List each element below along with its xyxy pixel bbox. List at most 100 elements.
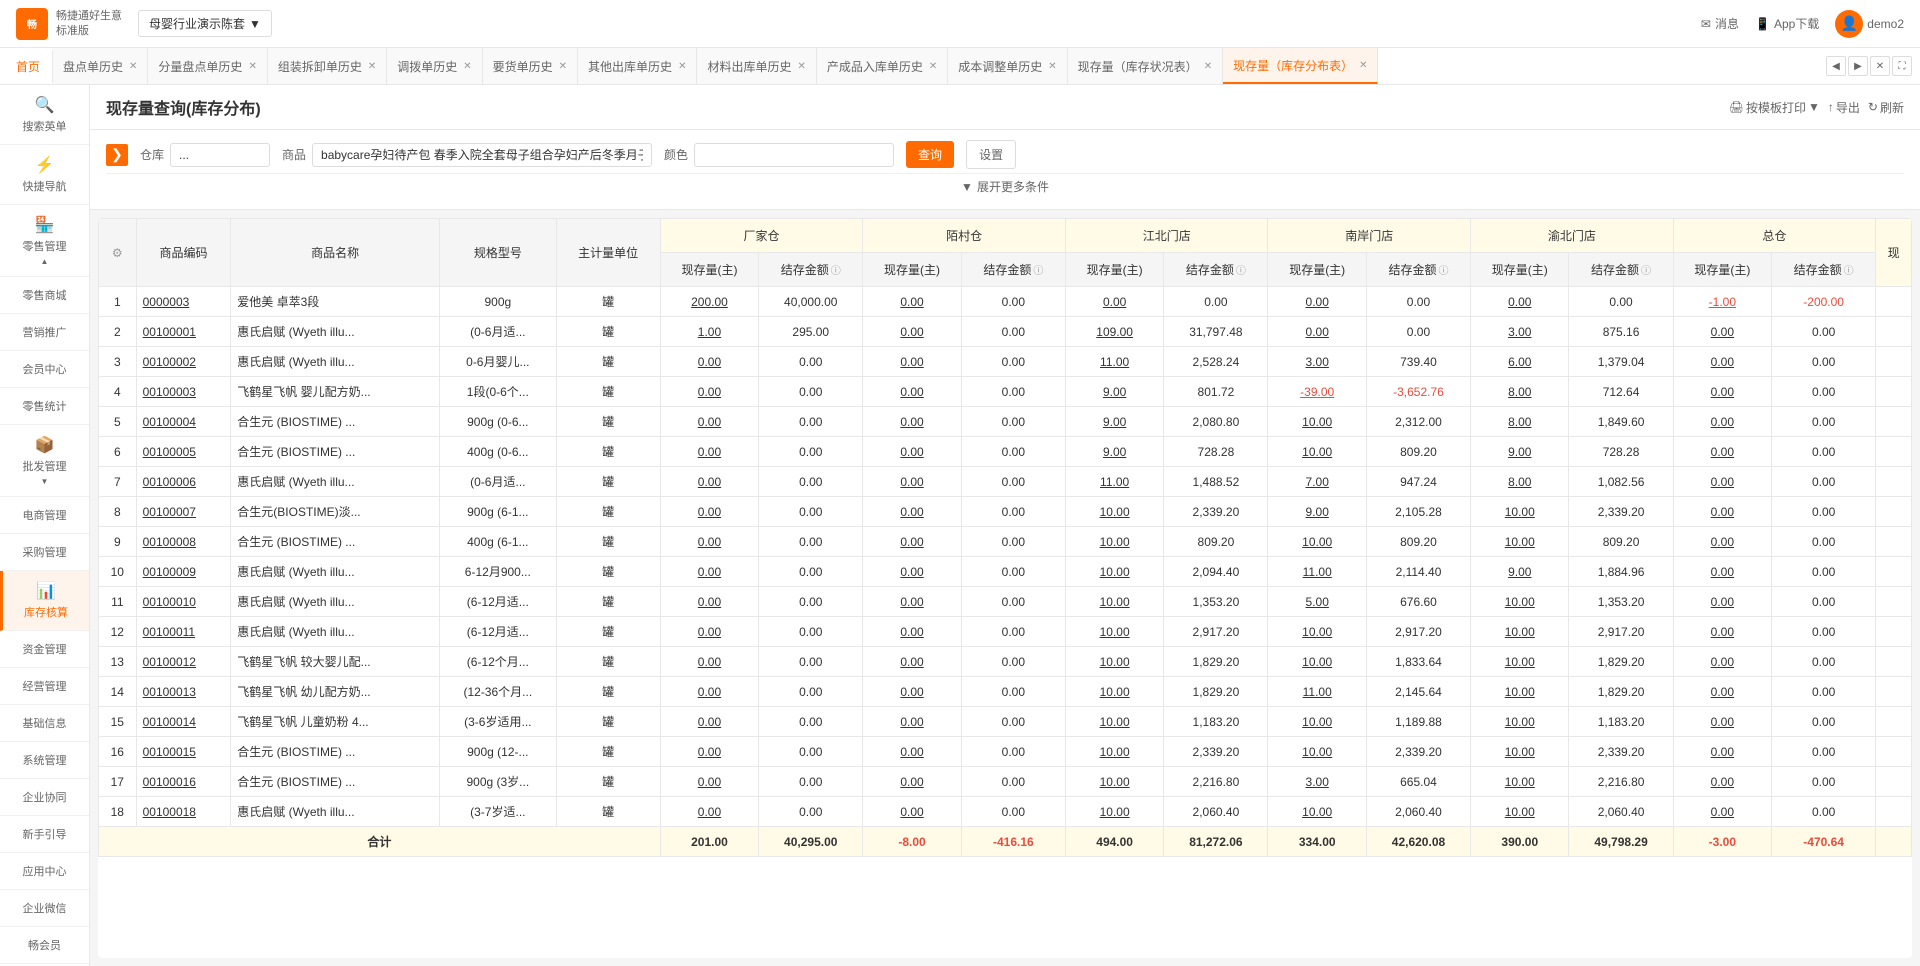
- tab-close-stocktake[interactable]: ✕: [129, 61, 137, 72]
- cell-zc-qty[interactable]: 0.00: [1673, 557, 1771, 587]
- sidebar-item-wholesale[interactable]: 📦 批发管理 ▼: [0, 425, 89, 497]
- cell-code[interactable]: 00100015: [136, 737, 231, 767]
- na-amt-info[interactable]: ⓘ: [1438, 266, 1448, 277]
- cell-yb-qty[interactable]: 3.00: [1471, 317, 1569, 347]
- cell-jb-qty[interactable]: 10.00: [1065, 737, 1163, 767]
- cell-cf-qty[interactable]: 0.00: [660, 797, 758, 827]
- cell-code[interactable]: 00100014: [136, 707, 231, 737]
- cell-zc-qty[interactable]: 0.00: [1673, 497, 1771, 527]
- jb-amt-info[interactable]: ⓘ: [1236, 266, 1246, 277]
- cell-na-qty[interactable]: 5.00: [1268, 587, 1366, 617]
- cell-yb-qty[interactable]: 10.00: [1471, 767, 1569, 797]
- sidebar-item-ecommerce[interactable]: 电商管理: [0, 497, 89, 534]
- sidebar-item-apps[interactable]: 应用中心: [0, 853, 89, 890]
- setting-btn[interactable]: 设置: [966, 140, 1016, 169]
- cell-jb-qty[interactable]: 11.00: [1065, 467, 1163, 497]
- zc-amt-info[interactable]: ⓘ: [1844, 266, 1854, 277]
- export-btn[interactable]: ↑ 导出: [1828, 99, 1860, 116]
- tab-close-request[interactable]: ✕: [559, 61, 567, 72]
- tab-stock-dist[interactable]: 现存量（库存分布表）✕: [1223, 48, 1378, 84]
- cell-code[interactable]: 00100016: [136, 767, 231, 797]
- cell-mc-qty[interactable]: 0.00: [863, 317, 961, 347]
- sidebar-item-marketing[interactable]: 营销推广: [0, 314, 89, 351]
- cell-cf-qty[interactable]: 0.00: [660, 527, 758, 557]
- cell-code[interactable]: 00100013: [136, 677, 231, 707]
- cell-cf-qty[interactable]: 0.00: [660, 437, 758, 467]
- cell-na-qty[interactable]: 0.00: [1268, 317, 1366, 347]
- cell-code[interactable]: 0000003: [136, 287, 231, 317]
- tab-assemble[interactable]: 组装拆卸单历史✕: [268, 48, 387, 84]
- tab-close-other-out[interactable]: ✕: [678, 61, 686, 72]
- cell-zc-qty[interactable]: 0.00: [1673, 767, 1771, 797]
- cell-code[interactable]: 00100002: [136, 347, 231, 377]
- cell-mc-qty[interactable]: 0.00: [863, 677, 961, 707]
- cell-zc-qty[interactable]: 0.00: [1673, 467, 1771, 497]
- cell-code[interactable]: 00100001: [136, 317, 231, 347]
- th-gear[interactable]: ⚙: [99, 219, 137, 287]
- cell-yb-qty[interactable]: 0.00: [1471, 287, 1569, 317]
- cell-jb-qty[interactable]: 10.00: [1065, 587, 1163, 617]
- cell-cf-qty[interactable]: 0.00: [660, 347, 758, 377]
- cell-na-qty[interactable]: 10.00: [1268, 527, 1366, 557]
- cell-code[interactable]: 00100007: [136, 497, 231, 527]
- cell-cf-qty[interactable]: 0.00: [660, 407, 758, 437]
- refresh-btn[interactable]: ↻ 刷新: [1868, 99, 1904, 116]
- sidebar-item-guide[interactable]: 新手引导: [0, 816, 89, 853]
- cell-mc-qty[interactable]: 0.00: [863, 407, 961, 437]
- warehouse-input[interactable]: [170, 143, 270, 167]
- user-menu[interactable]: 👤 demo2: [1835, 10, 1904, 38]
- cell-code[interactable]: 00100008: [136, 527, 231, 557]
- cell-yb-qty[interactable]: 9.00: [1471, 437, 1569, 467]
- cell-cf-qty[interactable]: 0.00: [660, 557, 758, 587]
- cell-yb-qty[interactable]: 8.00: [1471, 467, 1569, 497]
- template-print-btn[interactable]: 🖨 按模板打印 ▼: [1729, 99, 1820, 116]
- cell-jb-qty[interactable]: 9.00: [1065, 407, 1163, 437]
- cell-mc-qty[interactable]: 0.00: [863, 287, 961, 317]
- cell-jb-qty[interactable]: 10.00: [1065, 497, 1163, 527]
- cell-mc-qty[interactable]: 0.00: [863, 437, 961, 467]
- cell-mc-qty[interactable]: 0.00: [863, 557, 961, 587]
- cell-cf-qty[interactable]: 0.00: [660, 587, 758, 617]
- cell-mc-qty[interactable]: 0.00: [863, 797, 961, 827]
- app-download-btn[interactable]: 📱 App下载: [1755, 15, 1819, 32]
- tab-stocktake[interactable]: 盘点单历史✕: [53, 48, 148, 84]
- cell-mc-qty[interactable]: 0.00: [863, 377, 961, 407]
- tab-produce-in[interactable]: 产成品入库单历史✕: [817, 48, 948, 84]
- cell-mc-qty[interactable]: 0.00: [863, 707, 961, 737]
- cell-cf-qty[interactable]: 0.00: [660, 647, 758, 677]
- cell-zc-qty[interactable]: 0.00: [1673, 707, 1771, 737]
- cell-mc-qty[interactable]: 0.00: [863, 587, 961, 617]
- cell-zc-qty[interactable]: 0.00: [1673, 527, 1771, 557]
- cell-cf-qty[interactable]: 0.00: [660, 707, 758, 737]
- cell-mc-qty[interactable]: 0.00: [863, 497, 961, 527]
- tab-fullscreen-btn[interactable]: ⛶: [1892, 56, 1912, 76]
- cell-na-qty[interactable]: 3.00: [1268, 347, 1366, 377]
- cell-na-qty[interactable]: 3.00: [1268, 767, 1366, 797]
- cell-jb-qty[interactable]: 10.00: [1065, 767, 1163, 797]
- sidebar-item-weixin[interactable]: 企业微信: [0, 890, 89, 927]
- tab-close-produce[interactable]: ✕: [929, 61, 937, 72]
- cell-yb-qty[interactable]: 10.00: [1471, 677, 1569, 707]
- cell-zc-qty[interactable]: 0.00: [1673, 317, 1771, 347]
- cell-cf-qty[interactable]: 0.00: [660, 617, 758, 647]
- cell-na-qty[interactable]: 10.00: [1268, 617, 1366, 647]
- cell-jb-qty[interactable]: 9.00: [1065, 437, 1163, 467]
- sidebar-item-base[interactable]: 基础信息: [0, 705, 89, 742]
- mc-amt-info[interactable]: ⓘ: [1033, 266, 1043, 277]
- cell-zc-qty[interactable]: 0.00: [1673, 377, 1771, 407]
- cell-zc-qty[interactable]: 0.00: [1673, 797, 1771, 827]
- cell-jb-qty[interactable]: 10.00: [1065, 677, 1163, 707]
- tab-next-btn[interactable]: ▶: [1848, 56, 1868, 76]
- cell-jb-qty[interactable]: 10.00: [1065, 527, 1163, 557]
- cell-cf-qty[interactable]: 0.00: [660, 737, 758, 767]
- tab-home[interactable]: 首页: [4, 50, 53, 83]
- cell-zc-qty[interactable]: 0.00: [1673, 647, 1771, 677]
- cell-jb-qty[interactable]: 10.00: [1065, 617, 1163, 647]
- table-container[interactable]: ⚙ 商品编码 商品名称 规格型号 主计量单位 厂家仓 陌村仓 江北门店 南岸门店…: [98, 218, 1912, 958]
- cell-zc-qty[interactable]: 0.00: [1673, 677, 1771, 707]
- cell-jb-qty[interactable]: 10.00: [1065, 557, 1163, 587]
- cell-mc-qty[interactable]: 0.00: [863, 467, 961, 497]
- tab-partial-stocktake[interactable]: 分量盘点单历史✕: [148, 48, 267, 84]
- cell-code[interactable]: 00100009: [136, 557, 231, 587]
- cell-code[interactable]: 00100012: [136, 647, 231, 677]
